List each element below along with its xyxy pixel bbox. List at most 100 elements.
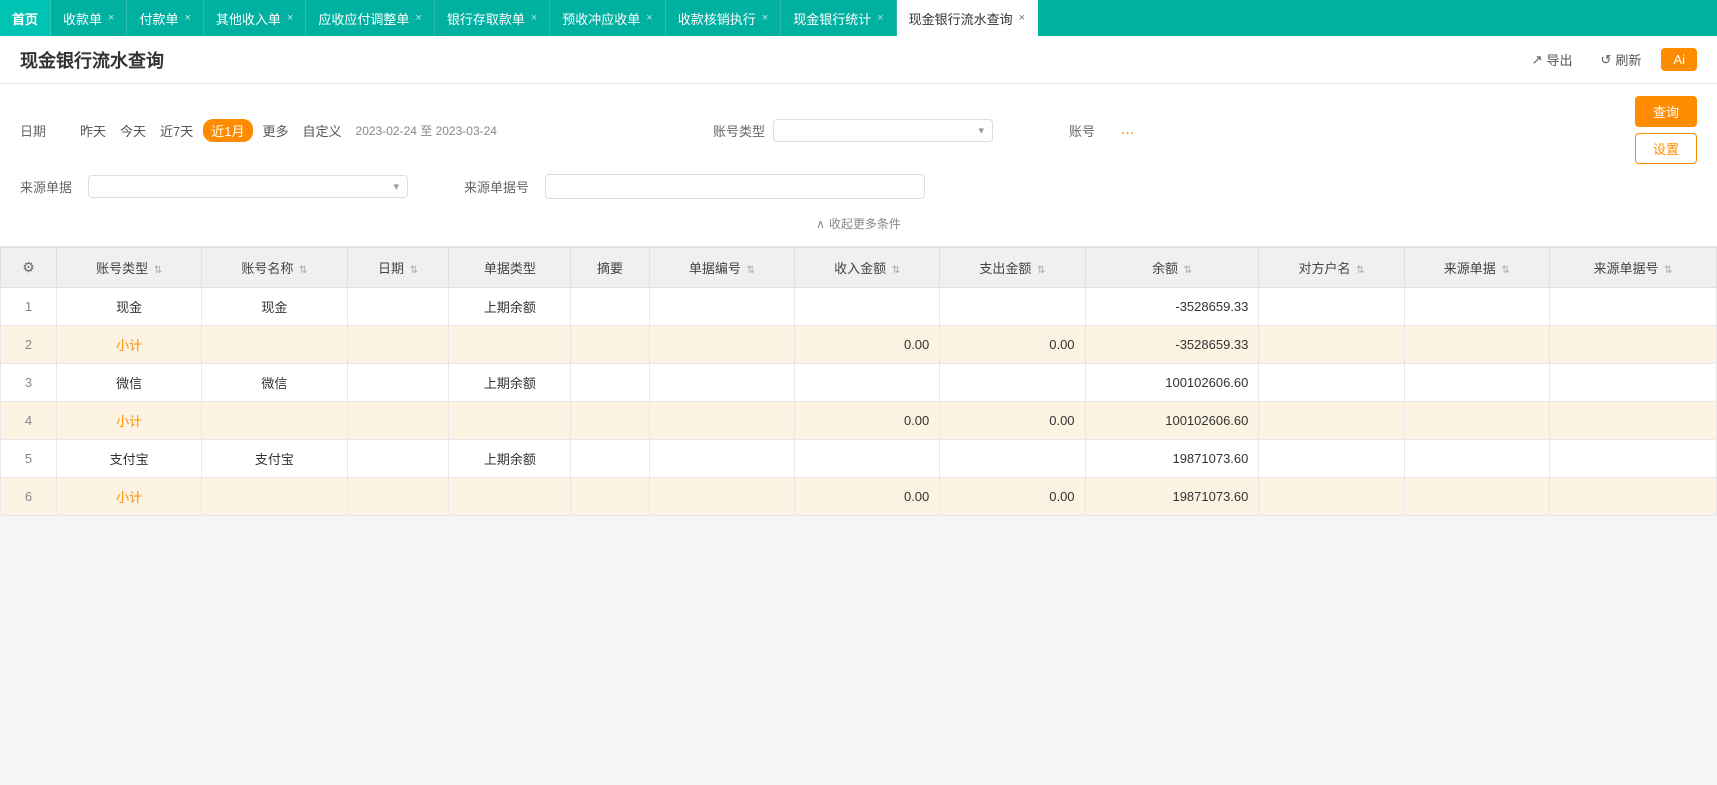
date-opt-more[interactable]: 更多 bbox=[259, 119, 293, 142]
close-icon[interactable]: × bbox=[287, 12, 293, 24]
table-cell bbox=[571, 440, 649, 478]
refresh-button[interactable]: ↺ 刷新 bbox=[1593, 46, 1650, 73]
query-button[interactable]: 查询 bbox=[1635, 96, 1697, 127]
ai-button[interactable]: Ai bbox=[1661, 48, 1697, 71]
nav-tab-prepayment[interactable]: 预收冲应收单 × bbox=[550, 0, 665, 36]
col-doc-type[interactable]: 单据类型 bbox=[449, 248, 571, 288]
date-opt-today[interactable]: 今天 bbox=[116, 119, 150, 142]
table-cell: 小计 bbox=[57, 478, 202, 516]
col-balance[interactable]: 余额 ⇅ bbox=[1085, 248, 1259, 288]
date-opt-1month[interactable]: 近1月 bbox=[203, 119, 252, 142]
col-summary[interactable]: 摘要 bbox=[571, 248, 649, 288]
account-dots-button[interactable]: ... bbox=[1117, 121, 1138, 139]
table-header-row: ⚙ 账号类型 ⇅ 账号名称 ⇅ 日期 ⇅ 单据类型 摘要 bbox=[1, 248, 1717, 288]
table-row[interactable]: 5支付宝支付宝上期余额19871073.60 bbox=[1, 440, 1717, 478]
table-cell: 现金 bbox=[57, 288, 202, 326]
table-cell bbox=[202, 402, 347, 440]
table-cell bbox=[571, 326, 649, 364]
table-cell: 0.00 bbox=[940, 402, 1085, 440]
table-cell bbox=[1259, 440, 1404, 478]
export-icon: ↗ bbox=[1532, 52, 1543, 68]
date-opt-yesterday[interactable]: 昨天 bbox=[76, 119, 110, 142]
col-expense[interactable]: 支出金额 ⇅ bbox=[940, 248, 1085, 288]
table-cell bbox=[571, 364, 649, 402]
table-row[interactable]: 1现金现金上期余额-3528659.33 bbox=[1, 288, 1717, 326]
table-cell bbox=[649, 402, 794, 440]
sort-icon: ⇅ bbox=[299, 265, 307, 276]
table-cell: 2 bbox=[1, 326, 57, 364]
close-icon[interactable]: × bbox=[184, 12, 190, 24]
export-button[interactable]: ↗ 导出 bbox=[1524, 46, 1581, 73]
source-doc-select[interactable]: ▾ bbox=[88, 175, 408, 198]
table-cell: -3528659.33 bbox=[1085, 326, 1259, 364]
nav-tab-collection[interactable]: 收款核销执行 × bbox=[666, 0, 781, 36]
nav-tab-payment[interactable]: 付款单 × bbox=[127, 0, 203, 36]
table-cell: 0.00 bbox=[795, 326, 940, 364]
nav-tab-receipt[interactable]: 收款单 × bbox=[51, 0, 127, 36]
col-gear[interactable]: ⚙ bbox=[1, 248, 57, 288]
close-icon[interactable]: × bbox=[762, 12, 768, 24]
nav-tab-ar-ap-adjust[interactable]: 应收应付调整单 × bbox=[306, 0, 434, 36]
table-cell bbox=[202, 478, 347, 516]
table-cell bbox=[795, 364, 940, 402]
col-doc-no[interactable]: 单据编号 ⇅ bbox=[649, 248, 794, 288]
col-income[interactable]: 收入金额 ⇅ bbox=[795, 248, 940, 288]
close-icon[interactable]: × bbox=[1019, 12, 1025, 24]
table-cell bbox=[347, 364, 449, 402]
table-cell bbox=[1549, 440, 1716, 478]
close-icon[interactable]: × bbox=[646, 12, 652, 24]
sort-icon: ⇅ bbox=[1501, 265, 1509, 276]
col-source-doc-no[interactable]: 来源单据号 ⇅ bbox=[1549, 248, 1716, 288]
table-row[interactable]: 6小计0.000.0019871073.60 bbox=[1, 478, 1717, 516]
account-label: 账号 bbox=[1069, 121, 1109, 140]
table-cell: 上期余额 bbox=[449, 288, 571, 326]
col-account-name[interactable]: 账号名称 ⇅ bbox=[202, 248, 347, 288]
col-account-type[interactable]: 账号类型 ⇅ bbox=[57, 248, 202, 288]
nav-label-cash-flow: 现金银行流水查询 bbox=[909, 9, 1013, 28]
table-cell bbox=[795, 440, 940, 478]
table-row[interactable]: 3微信微信上期余额100102606.60 bbox=[1, 364, 1717, 402]
date-opt-custom[interactable]: 自定义 bbox=[299, 119, 346, 142]
table-row[interactable]: 4小计0.000.00100102606.60 bbox=[1, 402, 1717, 440]
col-source-doc[interactable]: 来源单据 ⇅ bbox=[1404, 248, 1549, 288]
table-cell: 5 bbox=[1, 440, 57, 478]
source-doc-no-label: 来源单据号 bbox=[464, 177, 529, 196]
nav-tab-home[interactable]: 首页 bbox=[0, 0, 51, 36]
close-icon[interactable]: × bbox=[531, 12, 537, 24]
nav-label-receipt: 收款单 bbox=[63, 9, 102, 28]
settings-button[interactable]: 设置 bbox=[1635, 133, 1697, 164]
table-cell bbox=[1404, 478, 1549, 516]
nav-label-collection: 收款核销执行 bbox=[678, 9, 756, 28]
nav-tab-bank-deposit[interactable]: 银行存取款单 × bbox=[435, 0, 550, 36]
chevron-down-icon: ▾ bbox=[978, 124, 984, 137]
col-counterpart[interactable]: 对方户名 ⇅ bbox=[1259, 248, 1404, 288]
nav-tab-cash-flow[interactable]: 现金银行流水查询 × bbox=[897, 0, 1038, 36]
table-cell: 现金 bbox=[202, 288, 347, 326]
date-opt-7days[interactable]: 近7天 bbox=[156, 119, 197, 142]
close-icon[interactable]: × bbox=[415, 12, 421, 24]
table-cell bbox=[1259, 326, 1404, 364]
table-cell bbox=[1549, 288, 1716, 326]
ai-label: Ai bbox=[1673, 52, 1685, 67]
table-row[interactable]: 2小计0.000.00-3528659.33 bbox=[1, 326, 1717, 364]
table-cell: 0.00 bbox=[940, 326, 1085, 364]
table-cell: 支付宝 bbox=[202, 440, 347, 478]
source-doc-no-input[interactable] bbox=[545, 174, 925, 199]
close-icon[interactable]: × bbox=[108, 12, 114, 24]
table-cell: -3528659.33 bbox=[1085, 288, 1259, 326]
col-date[interactable]: 日期 ⇅ bbox=[347, 248, 449, 288]
sort-icon: ⇅ bbox=[1037, 265, 1045, 276]
table-cell: 0.00 bbox=[795, 402, 940, 440]
header-actions: ↗ 导出 ↺ 刷新 Ai bbox=[1524, 46, 1697, 73]
nav-tab-cash-stat[interactable]: 现金银行统计 × bbox=[781, 0, 896, 36]
page-header: 现金银行流水查询 ↗ 导出 ↺ 刷新 Ai bbox=[0, 36, 1717, 84]
gear-icon[interactable]: ⚙ bbox=[22, 259, 35, 275]
table-cell bbox=[649, 440, 794, 478]
collapse-bar[interactable]: ∧ 收起更多条件 bbox=[20, 209, 1697, 234]
nav-tab-other-income[interactable]: 其他收入单 × bbox=[204, 0, 306, 36]
account-type-select[interactable]: ▾ bbox=[773, 119, 993, 142]
filter-row-source: 来源单据 ▾ 来源单据号 bbox=[20, 174, 1697, 199]
collapse-icon: ∧ bbox=[816, 217, 825, 231]
data-table: ⚙ 账号类型 ⇅ 账号名称 ⇅ 日期 ⇅ 单据类型 摘要 bbox=[0, 247, 1717, 516]
close-icon[interactable]: × bbox=[877, 12, 883, 24]
